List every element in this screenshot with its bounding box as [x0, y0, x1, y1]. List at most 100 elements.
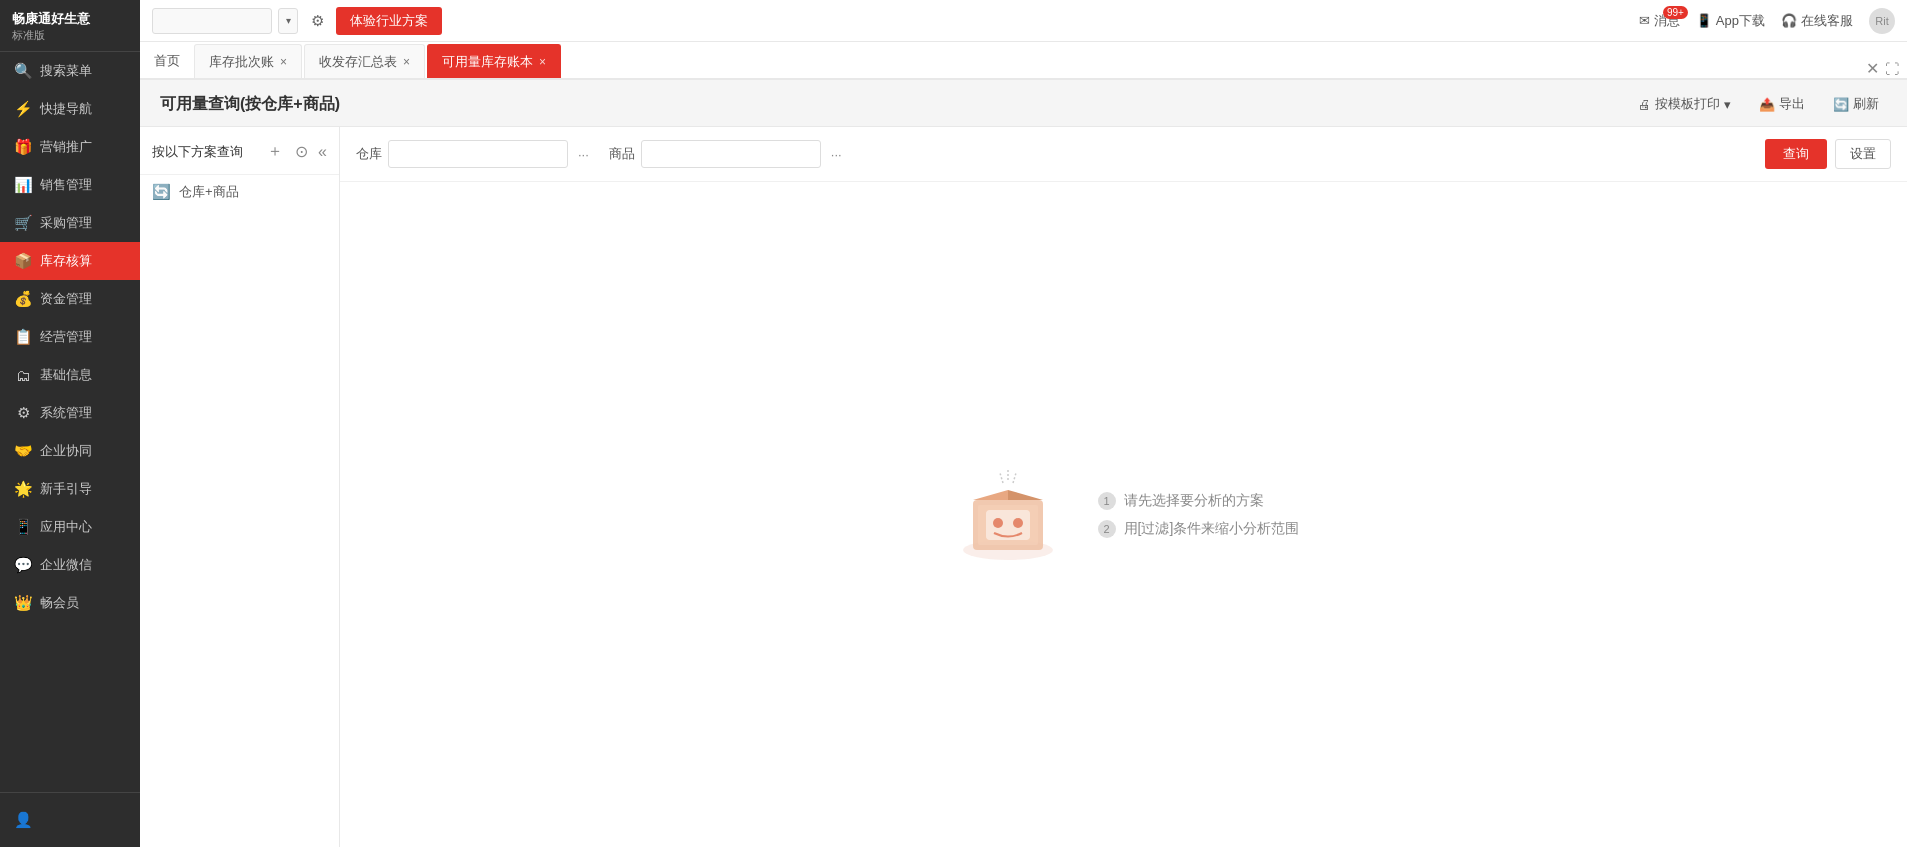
tab-summary-label: 收发存汇总表: [319, 53, 397, 71]
sidebar-label-operation: 经营管理: [40, 328, 92, 346]
sidebar-label-corp: 企业协同: [40, 442, 92, 460]
add-filter-button[interactable]: ＋: [265, 139, 285, 164]
tabbar: 首页 库存批次账 × 收发存汇总表 × 可用量库存账本 × ✕ ⛶: [140, 42, 1907, 80]
sidebar-item-finance[interactable]: 💰 资金管理: [0, 280, 140, 318]
warehouse-more-button[interactable]: ···: [574, 145, 593, 164]
print-label: 按模板打印: [1655, 95, 1720, 113]
goods-input[interactable]: [641, 140, 821, 168]
refresh-icon: 🔄: [1833, 97, 1849, 112]
sidebar-item-sales[interactable]: 📊 销售管理: [0, 166, 140, 204]
warehouse-goods-icon: 🔄: [152, 183, 171, 201]
empty-state-inner: 1 请先选择要分析的方案 2 用[过滤]条件来缩小分析范围: [948, 455, 1300, 575]
warehouse-input[interactable]: [388, 140, 568, 168]
hint-text-1: 请先选择要分析的方案: [1124, 492, 1264, 510]
topbar-gear-button[interactable]: ⚙: [304, 8, 330, 34]
svg-point-5: [1013, 518, 1023, 528]
sidebar-item-member[interactable]: 👑 畅会员: [0, 584, 140, 622]
app-download-icon: 📱: [1696, 13, 1712, 28]
warehouse-label: 仓库: [356, 145, 382, 163]
online-support-label: 在线客服: [1801, 12, 1853, 30]
tabbar-expand-button[interactable]: ⛶: [1885, 61, 1899, 77]
sidebar-item-guide[interactable]: 🌟 新手引导: [0, 470, 140, 508]
sidebar-item-basic[interactable]: 🗂 基础信息: [0, 356, 140, 394]
query-actions: 查询 设置: [1765, 139, 1891, 169]
export-button[interactable]: 📤 导出: [1751, 92, 1813, 116]
print-icon: 🖨: [1638, 97, 1651, 112]
collapse-panel-button[interactable]: «: [318, 143, 327, 161]
corp-icon: 🤝: [14, 442, 32, 460]
filter-item-label: 仓库+商品: [179, 183, 239, 201]
main-content: 仓库 ··· 商品 ··· 查询 设置: [340, 127, 1907, 847]
sidebar-label-wechat: 企业微信: [40, 556, 92, 574]
settings-filter-button[interactable]: ⊙: [293, 140, 310, 163]
sidebar-label-shortcut: 快捷导航: [40, 100, 92, 118]
sidebar-bottom: 👤: [0, 792, 140, 847]
sidebar-item-corp[interactable]: 🤝 企业协同: [0, 432, 140, 470]
sidebar-item-appcenter[interactable]: 📱 应用中心: [0, 508, 140, 546]
tab-available-close[interactable]: ×: [539, 56, 546, 68]
app-download-button[interactable]: 📱 App下载: [1696, 12, 1765, 30]
filter-panel: 按以下方案查询 ＋ ⊙ « 🔄 仓库+商品: [140, 127, 340, 847]
sidebar-label-appcenter: 应用中心: [40, 518, 92, 536]
sidebar-item-purchase[interactable]: 🛒 采购管理: [0, 204, 140, 242]
tabbar-close-button[interactable]: ✕: [1866, 59, 1879, 78]
query-settings-button[interactable]: 设置: [1835, 139, 1891, 169]
svg-point-4: [993, 518, 1003, 528]
goods-more-button[interactable]: ···: [827, 145, 846, 164]
tab-batch[interactable]: 库存批次账 ×: [194, 44, 302, 78]
tab-summary[interactable]: 收发存汇总表 ×: [304, 44, 425, 78]
sidebar-label-sales: 销售管理: [40, 176, 92, 194]
sidebar-label-purchase: 采购管理: [40, 214, 92, 232]
sidebar-label-basic: 基础信息: [40, 366, 92, 384]
query-bar: 仓库 ··· 商品 ··· 查询 设置: [340, 127, 1907, 182]
query-button[interactable]: 查询: [1765, 139, 1827, 169]
sidebar-item-marketing[interactable]: 🎁 营销推广: [0, 128, 140, 166]
print-dropdown-icon: ▾: [1724, 97, 1731, 112]
empty-hint-1: 1 请先选择要分析的方案: [1098, 492, 1300, 510]
sidebar-menu: 🔍 搜索菜单 ⚡ 快捷导航 🎁 营销推广 📊 销售管理 🛒 采购管理 📦 库存核…: [0, 52, 140, 792]
sidebar-logo: 畅康通好生意 标准版: [0, 0, 140, 52]
app-download-label: App下载: [1716, 12, 1765, 30]
sidebar-item-operation[interactable]: 📋 经营管理: [0, 318, 140, 356]
content-area: 按以下方案查询 ＋ ⊙ « 🔄 仓库+商品 仓库 ··· 商品: [140, 127, 1907, 847]
search-icon: 🔍: [14, 62, 32, 80]
sidebar-item-search[interactable]: 🔍 搜索菜单: [0, 52, 140, 90]
sidebar-item-system[interactable]: ⚙ 系统管理: [0, 394, 140, 432]
tab-batch-close[interactable]: ×: [280, 56, 287, 68]
page-header: 可用量查询(按仓库+商品) 🖨 按模板打印 ▾ 📤 导出 🔄 刷新: [140, 80, 1907, 127]
tab-home[interactable]: 首页: [140, 44, 194, 78]
refresh-label: 刷新: [1853, 95, 1879, 113]
refresh-button[interactable]: 🔄 刷新: [1825, 92, 1887, 116]
topbar-search-input[interactable]: [152, 8, 272, 34]
user-button[interactable]: Rit: [1869, 8, 1895, 34]
sidebar-item-inventory[interactable]: 📦 库存核算: [0, 242, 140, 280]
message-badge: 99+: [1663, 6, 1688, 19]
topbar-dropdown-button[interactable]: ▾: [278, 8, 298, 34]
trial-button[interactable]: 体验行业方案: [336, 7, 442, 35]
sidebar-user[interactable]: 👤: [0, 801, 140, 839]
tab-batch-label: 库存批次账: [209, 53, 274, 71]
sidebar-item-shortcut[interactable]: ⚡ 快捷导航: [0, 90, 140, 128]
marketing-icon: 🎁: [14, 138, 32, 156]
topbar-right: ✉ 消息 99+ 📱 App下载 🎧 在线客服 Rit: [1639, 8, 1895, 34]
sidebar-item-wechat[interactable]: 💬 企业微信: [0, 546, 140, 584]
page-title: 可用量查询(按仓库+商品): [160, 94, 340, 115]
message-button[interactable]: ✉ 消息 99+: [1639, 12, 1680, 30]
tab-available[interactable]: 可用量库存账本 ×: [427, 44, 561, 78]
sidebar-label-system: 系统管理: [40, 404, 92, 422]
goods-field: 商品 ···: [609, 140, 846, 168]
filter-item-warehouse-goods[interactable]: 🔄 仓库+商品: [140, 175, 339, 209]
guide-icon: 🌟: [14, 480, 32, 498]
sidebar-label-inventory: 库存核算: [40, 252, 92, 270]
avatar: Rit: [1869, 8, 1895, 34]
svg-line-6: [1000, 473, 1003, 483]
hint-num-2: 2: [1098, 520, 1116, 538]
sidebar: 畅康通好生意 标准版 🔍 搜索菜单 ⚡ 快捷导航 🎁 营销推广 📊 销售管理 🛒…: [0, 0, 140, 847]
purchase-icon: 🛒: [14, 214, 32, 232]
inventory-icon: 📦: [14, 252, 32, 270]
print-button[interactable]: 🖨 按模板打印 ▾: [1630, 92, 1739, 116]
tab-home-label: 首页: [154, 52, 180, 70]
tab-summary-close[interactable]: ×: [403, 56, 410, 68]
online-support-button[interactable]: 🎧 在线客服: [1781, 12, 1853, 30]
member-icon: 👑: [14, 594, 32, 612]
